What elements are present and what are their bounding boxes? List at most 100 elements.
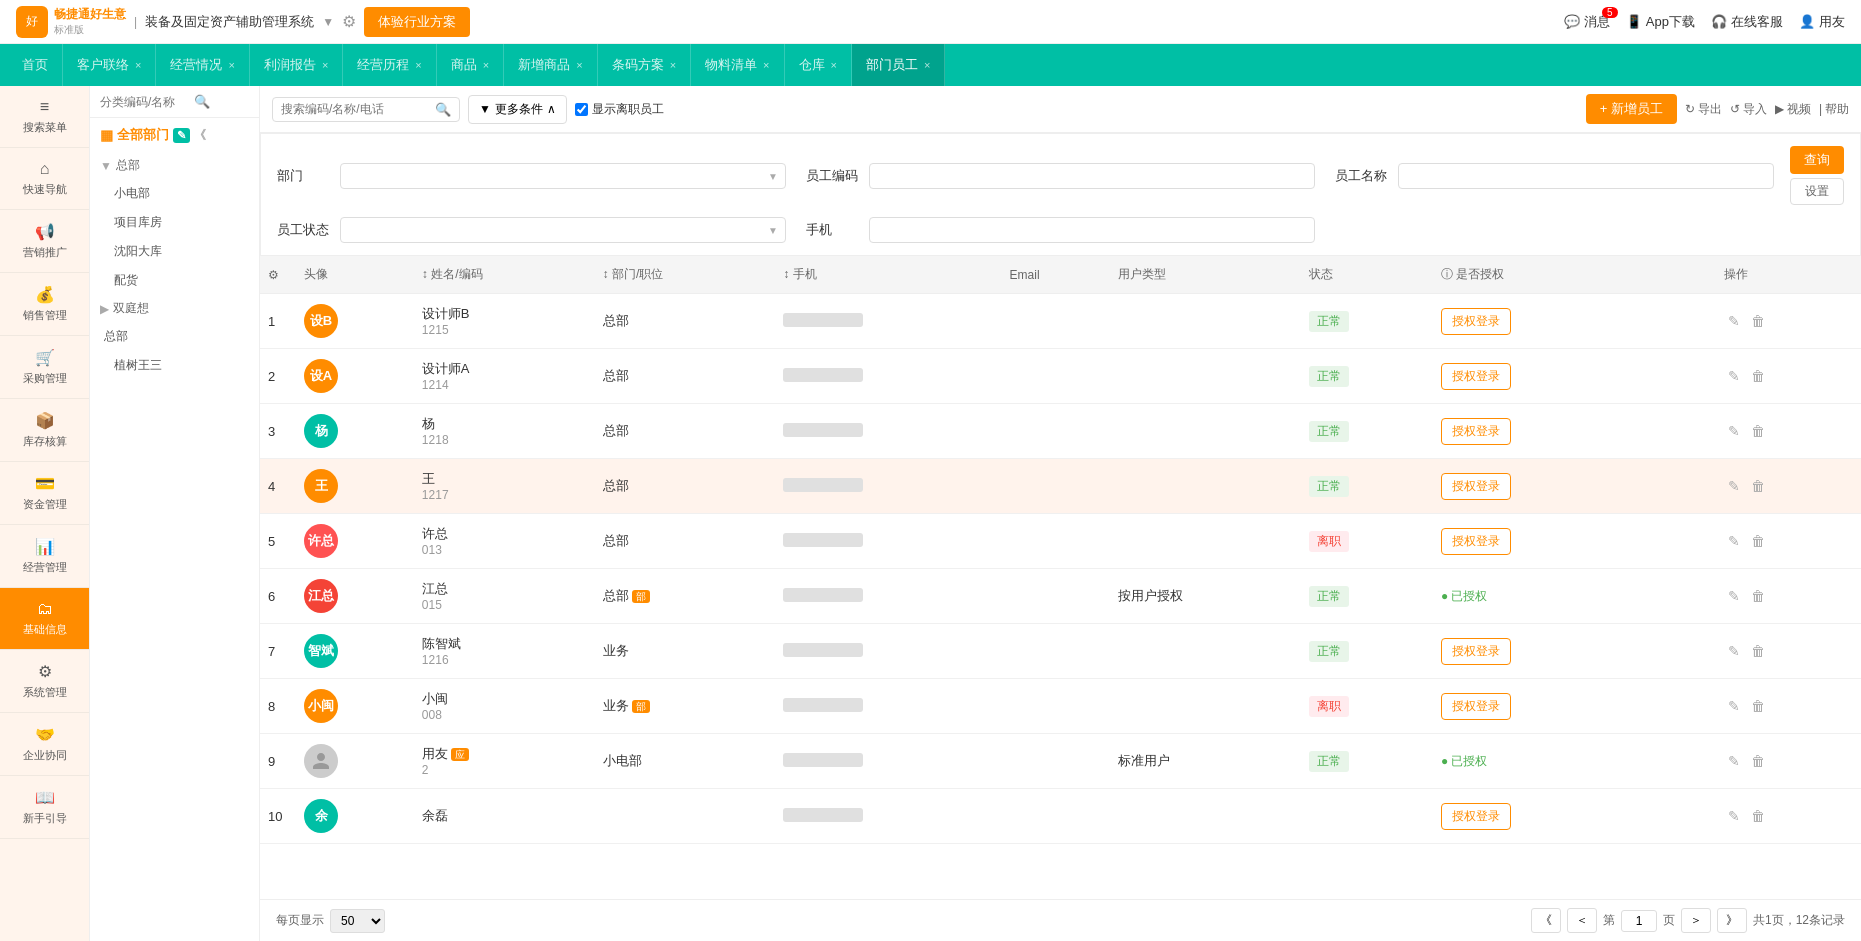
import-btn[interactable]: ↺ 导入 xyxy=(1730,101,1767,118)
more-filters-btn[interactable]: ▼ 更多条件 ∧ xyxy=(468,95,567,124)
auth-login-btn[interactable]: 授权登录 xyxy=(1441,803,1511,830)
delete-btn[interactable]: 🗑 xyxy=(1747,586,1769,606)
auth-login-btn[interactable]: 授权登录 xyxy=(1441,693,1511,720)
close-icon[interactable]: × xyxy=(576,59,582,71)
search-action-btn[interactable]: 查询 xyxy=(1790,146,1844,174)
auth-login-btn[interactable]: 授权登录 xyxy=(1441,528,1511,555)
delete-btn[interactable]: 🗑 xyxy=(1747,311,1769,331)
nav-tab-customer[interactable]: 客户联络 × xyxy=(63,44,156,86)
edit-btn[interactable]: ✎ xyxy=(1724,751,1744,771)
online-service-btn[interactable]: 🎧 在线客服 xyxy=(1711,13,1783,31)
delete-btn[interactable]: 🗑 xyxy=(1747,366,1769,386)
system-dropdown-btn[interactable]: ▼ xyxy=(322,15,334,29)
employee-name-input[interactable] xyxy=(1398,163,1774,189)
edit-btn[interactable]: ✎ xyxy=(1724,476,1744,496)
edit-btn[interactable]: ✎ xyxy=(1724,366,1744,386)
menu-item-nav[interactable]: ⌂ 快速导航 xyxy=(0,148,89,210)
auth-login-btn[interactable]: 授权登录 xyxy=(1441,308,1511,335)
nav-tab-add-goods[interactable]: 新增商品 × xyxy=(504,44,597,86)
employee-code-input[interactable] xyxy=(869,163,1315,189)
settings-icon[interactable]: ⚙ xyxy=(268,268,279,282)
close-icon[interactable]: × xyxy=(228,59,234,71)
gear-btn[interactable]: ⚙ xyxy=(342,12,356,31)
app-download-btn[interactable]: 📱 App下载 xyxy=(1626,13,1695,31)
first-page-btn[interactable]: 《 xyxy=(1531,908,1561,933)
nav-tab-home[interactable]: 首页 xyxy=(8,44,63,86)
delete-btn[interactable]: 🗑 xyxy=(1747,751,1769,771)
page-number-input[interactable] xyxy=(1621,910,1657,932)
menu-item-finance[interactable]: 💳 资金管理 xyxy=(0,462,89,525)
next-page-btn[interactable]: ＞ xyxy=(1681,908,1711,933)
nav-tab-history[interactable]: 经营历程 × xyxy=(343,44,436,86)
close-icon[interactable]: × xyxy=(135,59,141,71)
trial-btn[interactable]: 体验行业方案 xyxy=(364,7,470,37)
nav-tab-goods[interactable]: 商品 × xyxy=(437,44,504,86)
edit-btn[interactable]: ✎ xyxy=(1724,586,1744,606)
user-btn[interactable]: 👤 用友 xyxy=(1799,13,1845,31)
edit-btn[interactable]: ✎ xyxy=(1724,531,1744,551)
collapse-dept-icon[interactable]: 《 xyxy=(194,127,206,144)
nav-tab-barcode[interactable]: 条码方案 × xyxy=(598,44,691,86)
export-btn[interactable]: ↻ 导出 xyxy=(1685,101,1722,118)
view-btn[interactable]: ▶ 视频 xyxy=(1775,101,1811,118)
employee-search-input[interactable] xyxy=(281,102,431,116)
close-icon[interactable]: × xyxy=(924,59,930,71)
menu-item-basic[interactable]: 🗂 基础信息 xyxy=(0,588,89,650)
delete-btn[interactable]: 🗑 xyxy=(1747,421,1769,441)
phone-input[interactable] xyxy=(869,217,1315,243)
edit-btn[interactable]: ✎ xyxy=(1724,806,1744,826)
delete-btn[interactable]: 🗑 xyxy=(1747,696,1769,716)
show-resigned-checkbox[interactable] xyxy=(575,103,588,116)
dept-item-zongbu[interactable]: 总部 xyxy=(90,322,259,351)
prev-page-btn[interactable]: ＜ xyxy=(1567,908,1597,933)
dept-item-sydl[interactable]: 沈阳大库 xyxy=(90,237,259,266)
menu-item-guide[interactable]: 📖 新手引导 xyxy=(0,776,89,839)
menu-item-system[interactable]: ⚙ 系统管理 xyxy=(0,650,89,713)
menu-item-sales[interactable]: 💰 销售管理 xyxy=(0,273,89,336)
nav-tab-employees[interactable]: 部门员工 × xyxy=(852,44,945,86)
edit-btn[interactable]: ✎ xyxy=(1724,311,1744,331)
delete-btn[interactable]: 🗑 xyxy=(1747,641,1769,661)
auth-login-btn[interactable]: 授权登录 xyxy=(1441,473,1511,500)
add-employee-btn[interactable]: + 新增员工 xyxy=(1586,94,1677,124)
dept-search-input[interactable] xyxy=(100,95,190,109)
close-icon[interactable]: × xyxy=(483,59,489,71)
delete-btn[interactable]: 🗑 xyxy=(1747,806,1769,826)
close-icon[interactable]: × xyxy=(831,59,837,71)
last-page-btn[interactable]: 》 xyxy=(1717,908,1747,933)
message-btn[interactable]: 💬 消息 5 xyxy=(1564,13,1610,31)
auth-login-btn[interactable]: 授权登录 xyxy=(1441,363,1511,390)
edit-btn[interactable]: ✎ xyxy=(1724,641,1744,661)
close-icon[interactable]: × xyxy=(763,59,769,71)
help-btn[interactable]: | 帮助 xyxy=(1819,101,1849,118)
page-size-select[interactable]: 50 100 xyxy=(330,909,385,933)
delete-btn[interactable]: 🗑 xyxy=(1747,476,1769,496)
auth-login-btn[interactable]: 授权登录 xyxy=(1441,638,1511,665)
close-icon[interactable]: × xyxy=(415,59,421,71)
edit-dept-icon[interactable]: ✎ xyxy=(173,128,190,143)
dept-item-ph[interactable]: 配货 xyxy=(90,266,259,295)
show-resigned-label[interactable]: 显示离职员工 xyxy=(575,101,664,118)
menu-item-cooperation[interactable]: 🤝 企业协同 xyxy=(0,713,89,776)
edit-btn[interactable]: ✎ xyxy=(1724,696,1744,716)
menu-item-purchase[interactable]: 🛒 采购管理 xyxy=(0,336,89,399)
close-icon[interactable]: × xyxy=(322,59,328,71)
menu-item-marketing[interactable]: 📢 营销推广 xyxy=(0,210,89,273)
edit-btn[interactable]: ✎ xyxy=(1724,421,1744,441)
nav-tab-profit[interactable]: 利润报告 × xyxy=(250,44,343,86)
dept-item-xmkf[interactable]: 项目库房 xyxy=(90,208,259,237)
dept-item-xbd[interactable]: 小电部 xyxy=(90,179,259,208)
menu-item-inventory[interactable]: 📦 库存核算 xyxy=(0,399,89,462)
menu-item-search[interactable]: ≡ 搜索菜单 xyxy=(0,86,89,148)
reset-btn[interactable]: 设置 xyxy=(1790,178,1844,205)
dept-select[interactable] xyxy=(340,163,786,189)
auth-login-btn[interactable]: 授权登录 xyxy=(1441,418,1511,445)
close-icon[interactable]: × xyxy=(670,59,676,71)
dept-item-zhishu[interactable]: 植树王三 xyxy=(90,351,259,380)
nav-tab-bom[interactable]: 物料清单 × xyxy=(691,44,784,86)
status-select[interactable] xyxy=(340,217,786,243)
nav-tab-operation[interactable]: 经营情况 × xyxy=(156,44,249,86)
all-dept-title[interactable]: ▦ 全部部门 ✎ 《 xyxy=(90,118,259,152)
nav-tab-warehouse[interactable]: 仓库 × xyxy=(785,44,852,86)
delete-btn[interactable]: 🗑 xyxy=(1747,531,1769,551)
